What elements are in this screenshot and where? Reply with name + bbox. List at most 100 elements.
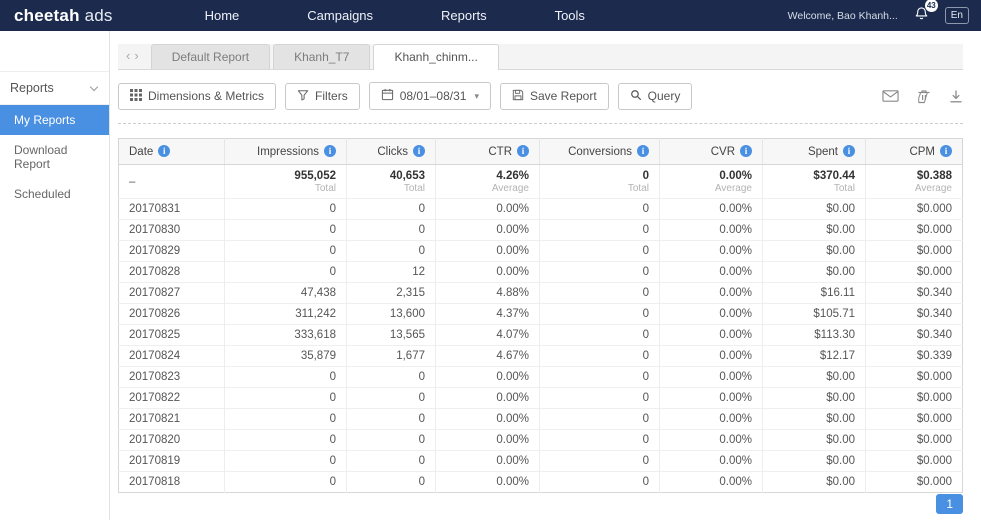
dimensions-metrics-label: Dimensions & Metrics xyxy=(148,89,265,103)
value-cell: $12.17 xyxy=(762,345,866,367)
info-icon[interactable]: i xyxy=(324,145,336,157)
column-header-ctr[interactable]: CTR i xyxy=(435,138,540,165)
info-icon[interactable]: i xyxy=(158,145,171,157)
value-cell: 0 xyxy=(346,429,436,451)
date-cell: 20170823 xyxy=(118,366,225,388)
value-cell: 0.00% xyxy=(659,219,763,241)
sidebar-item-download-report[interactable]: Download Report xyxy=(0,135,109,179)
value-cell: $0.000 xyxy=(865,219,963,241)
report-tabstrip: ‹› Default Report Khanh_T7 Khanh_chinm... xyxy=(118,44,963,70)
value-cell: 13,600 xyxy=(346,303,436,325)
summary-sublabel: Average xyxy=(491,183,529,194)
value-cell: $0.00 xyxy=(762,261,866,283)
nav-item-home[interactable]: Home xyxy=(171,8,274,23)
value-cell: 0 xyxy=(539,345,660,367)
save-report-button[interactable]: Save Report xyxy=(499,82,609,110)
value-cell: 0 xyxy=(346,450,436,472)
report-table: Date i Impressions i Clicks i CTR i Conversions i… xyxy=(118,138,963,493)
top-navbar: cheetah ads Home Campaigns Reports Tools We… xyxy=(0,0,981,31)
brand-logo[interactable]: cheetah ads xyxy=(14,6,113,26)
notification-badge: 43 xyxy=(924,0,938,12)
save-report-label: Save Report xyxy=(529,89,597,103)
value-cell: 333,618 xyxy=(224,324,347,346)
main-layout: Reports My Reports Download Report Schedul… xyxy=(0,31,981,520)
tab-scroll-right-icon[interactable]: › xyxy=(134,48,142,63)
tab-khanh-t7[interactable]: Khanh_T7 xyxy=(273,44,371,69)
column-header-impressions[interactable]: Impressions i xyxy=(224,138,347,165)
value-cell: 0 xyxy=(346,198,436,220)
summary-cell: $0.388 Average xyxy=(866,165,963,199)
value-cell: 0 xyxy=(224,408,347,430)
table-row: 20170826 311,242 13,600 4.37% 0 0.00% $105.71 $… xyxy=(118,303,963,325)
brand-light: ads xyxy=(79,5,113,25)
info-icon[interactable]: i xyxy=(940,145,952,157)
sidebar-item-scheduled[interactable]: Scheduled xyxy=(0,179,109,209)
value-cell: 0.00% xyxy=(659,408,763,430)
tab-default-report[interactable]: Default Report xyxy=(150,44,271,69)
value-cell: 0.00% xyxy=(659,240,763,262)
info-icon[interactable]: i xyxy=(843,145,855,157)
value-cell: 0.00% xyxy=(435,240,540,262)
value-cell: 35,879 xyxy=(224,345,347,367)
value-cell: 0 xyxy=(346,387,436,409)
column-header-cpm[interactable]: CPM i xyxy=(865,138,963,165)
sidebar-section-reports[interactable]: Reports xyxy=(0,71,109,105)
date-cell: 20170831 xyxy=(118,198,225,220)
value-cell: $0.00 xyxy=(762,240,866,262)
info-icon[interactable]: i xyxy=(517,145,529,157)
column-header-spent[interactable]: Spent i xyxy=(762,138,866,165)
value-cell: $0.00 xyxy=(762,219,866,241)
column-header-clicks[interactable]: Clicks i xyxy=(346,138,436,165)
value-cell: 311,242 xyxy=(224,303,347,325)
info-icon[interactable]: i xyxy=(740,145,752,157)
download-icon[interactable] xyxy=(949,89,963,104)
value-cell: 4.07% xyxy=(435,324,540,346)
value-cell: 0.00% xyxy=(659,198,763,220)
table-row: 20170828 0 12 0.00% 0 0.00% $0.00 $0.000 xyxy=(118,261,963,283)
value-cell: $0.00 xyxy=(762,429,866,451)
value-cell: 0.00% xyxy=(659,429,763,451)
language-button[interactable]: En xyxy=(944,7,969,24)
column-header-conversions[interactable]: Conversions i xyxy=(539,138,660,165)
pagination-page-1[interactable]: 1 xyxy=(936,494,963,514)
column-header-date[interactable]: Date i xyxy=(118,138,225,165)
caret-down-icon: ▾ xyxy=(474,90,479,101)
mail-icon[interactable] xyxy=(882,89,899,103)
summary-cell: $370.44 Total xyxy=(762,164,866,199)
value-cell: 0.00% xyxy=(435,366,540,388)
nav-item-reports[interactable]: Reports xyxy=(407,8,521,23)
value-cell: 0 xyxy=(224,429,347,451)
value-cell: $0.00 xyxy=(762,366,866,388)
table-row: 20170829 0 0 0.00% 0 0.00% $0.00 $0.000 xyxy=(118,240,963,262)
trash-icon[interactable] xyxy=(917,89,931,104)
table-row: 20170831 0 0 0.00% 0 0.00% $0.00 $0.000 xyxy=(118,198,963,220)
sidebar-item-my-reports[interactable]: My Reports xyxy=(0,105,109,135)
value-cell: $0.340 xyxy=(865,303,963,325)
query-button[interactable]: Query xyxy=(617,82,693,110)
value-cell: 0 xyxy=(539,450,660,472)
value-cell: 0 xyxy=(224,471,347,493)
notifications-button[interactable]: 43 xyxy=(914,0,938,26)
value-cell: 0 xyxy=(539,471,660,493)
info-icon[interactable]: i xyxy=(413,145,425,157)
column-header-cvr[interactable]: CVR i xyxy=(659,138,763,165)
filters-button[interactable]: Filters xyxy=(285,82,360,110)
info-icon[interactable]: i xyxy=(637,145,649,157)
value-cell: 0.00% xyxy=(659,366,763,388)
nav-item-tools[interactable]: Tools xyxy=(521,8,619,23)
summary-value: 40,653 xyxy=(389,170,425,182)
summary-date-cell: – xyxy=(118,164,225,199)
dashed-divider xyxy=(118,123,963,124)
query-label: Query xyxy=(647,89,681,103)
dimensions-metrics-button[interactable]: Dimensions & Metrics xyxy=(118,82,277,110)
value-cell: $0.340 xyxy=(865,324,963,346)
value-cell: 0.00% xyxy=(435,198,540,220)
nav-item-campaigns[interactable]: Campaigns xyxy=(273,8,407,23)
value-cell: 0.00% xyxy=(659,345,763,367)
tab-khanh-chinm[interactable]: Khanh_chinm... xyxy=(373,44,499,70)
date-range-button[interactable]: 08/01–08/31 ▾ xyxy=(368,82,491,110)
tab-scroll-arrows[interactable]: ‹› xyxy=(122,48,151,65)
date-cell: 20170828 xyxy=(118,261,225,283)
date-cell: 20170826 xyxy=(118,303,225,325)
table-row: 20170821 0 0 0.00% 0 0.00% $0.00 $0.000 xyxy=(118,408,963,430)
